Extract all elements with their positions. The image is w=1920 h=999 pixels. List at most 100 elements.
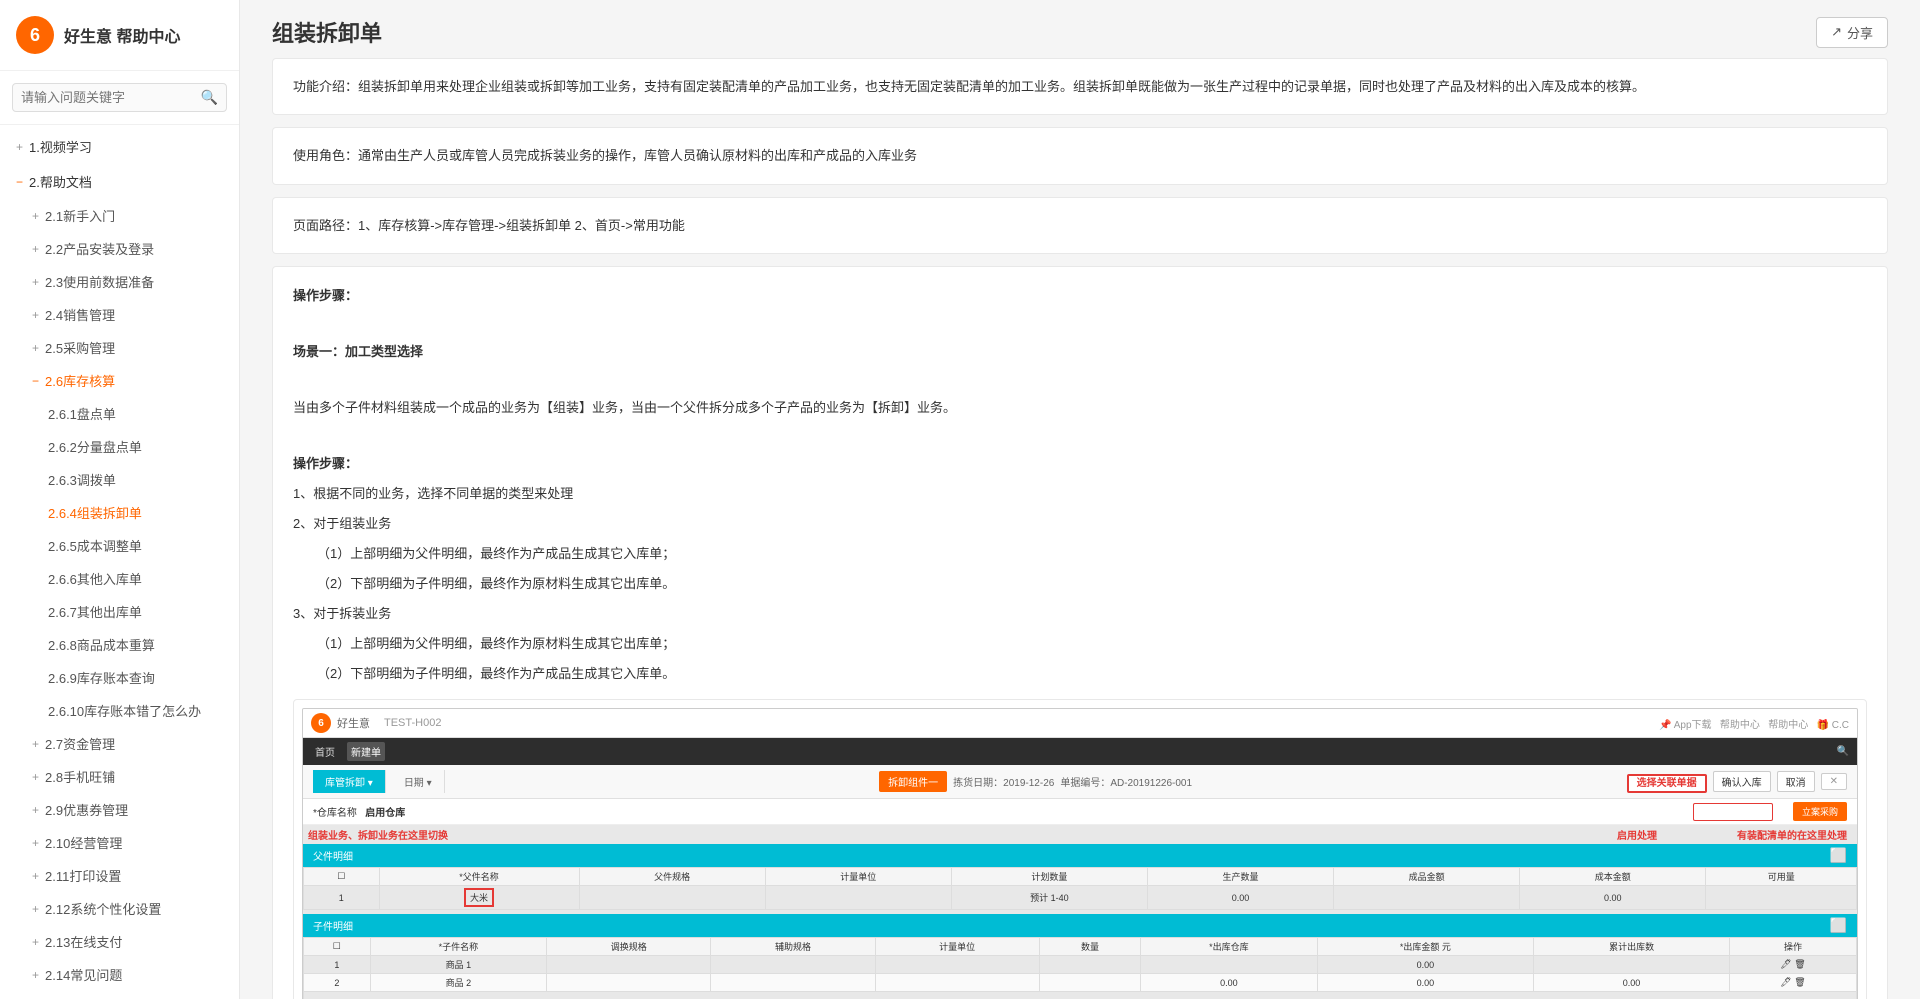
sidebar-item-label: 2.6.1盘点单 — [48, 404, 116, 423]
sidebar-item-label: 2.4销售管理 — [45, 305, 115, 324]
td-name-val: 大米 — [464, 888, 494, 907]
sidebar-item-label: 2.8手机旺铺 — [45, 767, 115, 786]
search-input[interactable] — [21, 90, 201, 105]
sidebar-item-videos[interactable]: + 1.视频学习 — [0, 129, 239, 164]
sidebar-item-faq[interactable]: + 2.14常见问题 — [0, 958, 239, 991]
step3: 3、对于拆装业务 — [293, 601, 1867, 627]
sidebar-item-custom[interactable]: + 2.12系统个性化设置 — [0, 892, 239, 925]
ss-tab-type[interactable]: 库管拆卸 ▾ — [313, 770, 386, 793]
sidebar-item-ledger[interactable]: 2.6.9库存账本查询 — [0, 661, 239, 694]
sidebar-item-wrong[interactable]: 2.6.10库存账本错了怎么办 — [0, 694, 239, 727]
intro-text: 功能介绍：组装拆卸单用来处理企业组装或拆卸等加工业务，支持有固定装配清单的产品加… — [293, 79, 1645, 94]
sidebar-item-finance[interactable]: + 2.7资金管理 — [0, 727, 239, 760]
sidebar-item-label: 2.12系统个性化设置 — [45, 899, 161, 918]
ss-nav-new[interactable]: 新建单 — [347, 742, 385, 761]
ss-field-no: 单据编号：AD-20191226-001 — [1060, 774, 1192, 789]
ss-toolbar: 库管拆卸 ▾ 日期 ▾ 拆卸组件一 拣货日期：2019-12-26 单据编号：A… — [303, 765, 1857, 799]
td-amount — [1334, 886, 1520, 910]
sidebar-item-other-in[interactable]: 2.6.6其他入库单 — [0, 562, 239, 595]
top-bar: 组装拆卸单 ↗ 分享 — [240, 0, 1920, 58]
td-unit — [765, 886, 951, 910]
sidebar-item-label: 2.6.8商品成本重算 — [48, 635, 155, 654]
plus-icon: + — [32, 242, 39, 256]
th-parent-cost: 成本金额 — [1520, 868, 1706, 886]
ss-logo: 6 — [311, 713, 331, 733]
sidebar-item-install[interactable]: + 2.2产品安装及登录 — [0, 232, 239, 265]
annot-text-1: 有装配清单的在这里处理 — [313, 825, 1847, 844]
plus-icon: + — [32, 803, 39, 817]
table-row — [304, 992, 1857, 999]
sidebar-item-data[interactable]: + 2.3使用前数据准备 — [0, 265, 239, 298]
td-cost: 0.00 — [1520, 886, 1706, 910]
sidebar-item-label: 2.6.2分量盘点单 — [48, 437, 142, 456]
ss-btn-select[interactable]: 选择关联单据 — [1627, 774, 1707, 793]
ss-test: TEST-H002 — [384, 717, 441, 729]
sidebar: 6 好生意 帮助中心 🔍 + 1.视频学习 − 2.帮助文档 + 2.1新手入门… — [0, 0, 240, 999]
sidebar-item-cases[interactable]: + 2.15操作案例 — [0, 991, 239, 999]
sidebar-item-stocktake[interactable]: 2.6.1盘点单 — [0, 397, 239, 430]
sidebar-item-label: 2.帮助文档 — [29, 172, 92, 191]
th-child-spec: 调换规格 — [547, 938, 711, 956]
sidebar-item-stocktake2[interactable]: 2.6.2分量盘点单 — [0, 430, 239, 463]
sidebar-item-pay[interactable]: + 2.13在线支付 — [0, 925, 239, 958]
sidebar-item-label: 2.6.7其他出库单 — [48, 602, 142, 621]
th-child-op: 操作 — [1729, 938, 1856, 956]
sidebar-item-cost[interactable]: 2.6.5成本调整单 — [0, 529, 239, 562]
sidebar-item-label: 2.6.9库存账本查询 — [48, 668, 155, 687]
search-box[interactable]: 🔍 — [12, 83, 227, 112]
share-button[interactable]: ↗ 分享 — [1816, 17, 1888, 48]
role-text: 使用角色：通常由生产人员或库管人员完成拆装业务的操作，库管人员确认原材料的出库和… — [293, 148, 917, 163]
screenshot-sim: 6 好生意 TEST-H002 📌 App下载 帮助中心 帮助中心 🎁 C.C … — [302, 708, 1858, 999]
minus-icon: − — [16, 175, 23, 189]
sidebar-item-mobile[interactable]: + 2.8手机旺铺 — [0, 760, 239, 793]
sidebar-item-print[interactable]: + 2.11打印设置 — [0, 859, 239, 892]
sidebar-item-label: 2.6库存核算 — [45, 371, 115, 390]
ss-field-date: 拣货日期：2019-12-26 — [953, 774, 1054, 789]
steps-title: 操作步骤： — [293, 283, 1867, 309]
ss-annotation-area-top: *仓库名称 启用仓库 立案采购 组装业务、拆卸业务在这里切换 启用处理 — [303, 799, 1857, 825]
ss-btn-cancel[interactable]: 取消 — [1777, 771, 1815, 792]
ss-subrow: *仓库名称 启用仓库 立案采购 — [303, 799, 1857, 825]
logo-area: 6 好生意 帮助中心 — [0, 0, 239, 71]
ss-btn-submit[interactable]: 确认入库 — [1713, 771, 1771, 792]
role-block: 使用角色：通常由生产人员或库管人员完成拆装业务的操作，库管人员确认原材料的出库和… — [272, 127, 1888, 184]
minus-icon: − — [32, 374, 39, 388]
table-row: 1 大米 预计 1-40 0.00 0.00 — [304, 886, 1857, 910]
sidebar-item-label: 2.10经营管理 — [45, 833, 122, 852]
th-parent-avail: 可用量 — [1706, 868, 1857, 886]
sidebar-item-label: 2.5采购管理 — [45, 338, 115, 357]
td-avail — [1706, 886, 1857, 910]
ss-top-nav: 首页 新建单 🔍 — [303, 738, 1857, 765]
plus-icon: + — [32, 902, 39, 916]
ss-input-store[interactable] — [1693, 803, 1773, 821]
ss-btn-orange[interactable]: 拆卸组件一 — [879, 771, 947, 792]
search-icon[interactable]: 🔍 — [201, 89, 218, 106]
sidebar-item-sales[interactable]: + 2.4销售管理 — [0, 298, 239, 331]
scene1-title: 场景一：加工类型选择 — [293, 339, 1867, 365]
sidebar-item-other-out[interactable]: 2.6.7其他出库单 — [0, 595, 239, 628]
ss-btn-close[interactable]: ✕ — [1821, 773, 1847, 790]
ss-nav-home[interactable]: 首页 — [311, 742, 339, 761]
ss-btn-apply[interactable]: 立案采购 — [1793, 802, 1847, 821]
sidebar-item-cost-calc[interactable]: 2.6.8商品成本重算 — [0, 628, 239, 661]
ss-num: *仓库名称 启用仓库 — [313, 804, 405, 819]
plus-icon: + — [32, 308, 39, 322]
screenshot-block: 6 好生意 TEST-H002 📌 App下载 帮助中心 帮助中心 🎁 C.C … — [293, 699, 1867, 999]
path-block: 页面路径：1、库存核算->库存管理->组装拆卸单 2、首页->常用功能 — [272, 197, 1888, 254]
sidebar-item-ops[interactable]: + 2.10经营管理 — [0, 826, 239, 859]
nav-section: + 1.视频学习 − 2.帮助文档 + 2.1新手入门 + 2.2产品安装及登录… — [0, 125, 239, 999]
sidebar-item-assembly[interactable]: 2.6.4组装拆卸单 — [0, 496, 239, 529]
sidebar-item-docs[interactable]: − 2.帮助文档 — [0, 164, 239, 199]
sidebar-item-coupon[interactable]: + 2.9优惠券管理 — [0, 793, 239, 826]
th-child-aux: 辅助规格 — [711, 938, 875, 956]
th-child-cb: ☐ — [304, 938, 371, 956]
sidebar-item-label: 2.7资金管理 — [45, 734, 115, 753]
sidebar-item-inventory[interactable]: − 2.6库存核算 — [0, 364, 239, 397]
sidebar-item-purchase[interactable]: + 2.5采购管理 — [0, 331, 239, 364]
sidebar-item-label: 2.13在线支付 — [45, 932, 122, 951]
ss-annot-row1: 有装配清单的在这里处理 — [303, 825, 1857, 844]
sidebar-item-adjust[interactable]: 2.6.3调拨单 — [0, 463, 239, 496]
ss-tab-date[interactable]: 日期 ▾ — [392, 770, 445, 793]
sidebar-item-newbie[interactable]: + 2.1新手入门 — [0, 199, 239, 232]
share-icon: ↗ — [1831, 24, 1842, 40]
